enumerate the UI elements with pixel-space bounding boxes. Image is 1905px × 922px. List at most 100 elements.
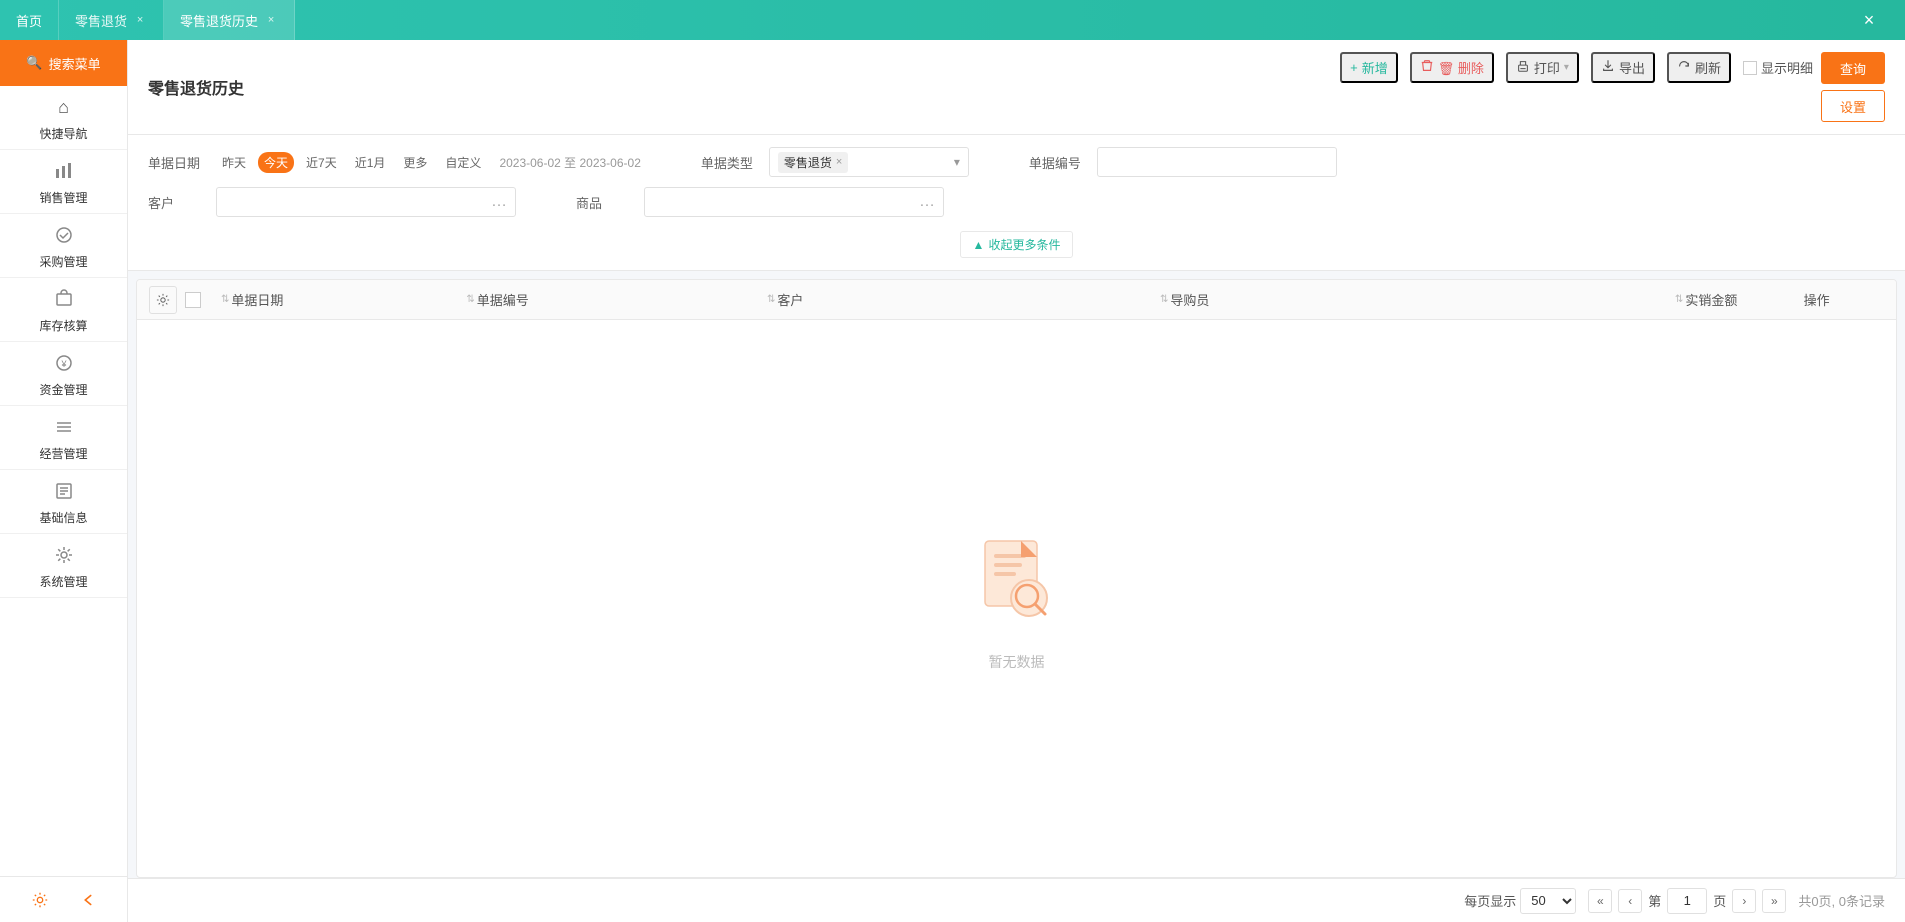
- goods-ellipsis-icon[interactable]: …: [919, 193, 935, 211]
- sidebar-settings-icon[interactable]: [26, 886, 54, 914]
- collapse-label: 收起更多条件: [988, 236, 1060, 253]
- export-button[interactable]: 导出: [1591, 52, 1655, 83]
- sidebar-item-inventory[interactable]: 库存核算: [0, 278, 127, 342]
- filter-row-1: 单据日期 昨天 今天 近7天 近1月 更多 自定义 2023-06-02 至 2…: [148, 147, 1885, 177]
- page-title: 零售退货历史: [148, 75, 244, 99]
- table-container: ⇅ 单据日期 ⇅ 单据编号 ⇅ 客户 ⇅ 导购员: [136, 279, 1897, 878]
- date-option-7days[interactable]: 近7天: [300, 152, 343, 173]
- date-option-custom[interactable]: 自定义: [439, 152, 487, 173]
- export-label: 导出: [1619, 58, 1645, 77]
- col-amount-sort-icon: ⇅: [1675, 294, 1683, 305]
- tab-list: 首页 零售退货 × 零售退货历史 ×: [0, 0, 1833, 40]
- prev-page-icon: ‹: [1628, 894, 1632, 908]
- content-area: 零售退货历史 + 新增 🗑 删除: [128, 40, 1905, 922]
- page-number-input[interactable]: [1667, 888, 1707, 914]
- top-bar-right: ×: [1833, 4, 1905, 36]
- col-customer-sort-icon: ⇅: [767, 294, 775, 305]
- export-icon: [1601, 59, 1615, 76]
- voucher-type-tag-label: 零售退货: [784, 154, 832, 171]
- sidebar-item-quick-nav[interactable]: ⌂ 快捷导航: [0, 86, 127, 150]
- show-detail-checkbox[interactable]: [1743, 61, 1757, 75]
- col-header-actions: 操作: [1749, 290, 1884, 309]
- purchase-icon: [50, 221, 78, 249]
- date-filter-group: 单据日期 昨天 今天 近7天 近1月 更多 自定义 2023-06-02 至 2…: [148, 152, 641, 173]
- col-voucher-sort-icon: ⇅: [466, 294, 474, 305]
- voucher-type-label: 单据类型: [701, 153, 761, 172]
- col-header-date: ⇅ 单据日期: [209, 290, 454, 309]
- sidebar-item-system[interactable]: 系统管理: [0, 534, 127, 598]
- sidebar-item-purchase-label: 采购管理: [39, 253, 87, 270]
- tab-retail-return-history-close[interactable]: ×: [264, 13, 278, 27]
- last-page-button[interactable]: »: [1762, 889, 1786, 913]
- tab-retail-return-label: 零售退货: [75, 11, 127, 30]
- sidebar-item-operations[interactable]: 经营管理: [0, 406, 127, 470]
- tab-home[interactable]: 首页: [0, 0, 59, 40]
- delete-label: 🗑 删除: [1438, 58, 1484, 77]
- page-size-dropdown[interactable]: 20 50 100 200: [1520, 888, 1576, 914]
- search-icon: 🔍: [26, 55, 42, 71]
- goods-input[interactable]: [653, 195, 919, 209]
- sidebar-item-quick-nav-label: 快捷导航: [39, 125, 87, 142]
- sidebar-item-basic-info[interactable]: 基础信息: [0, 470, 127, 534]
- total-info: 共0页, 0条记录: [1798, 891, 1885, 910]
- select-all-checkbox[interactable]: [185, 292, 201, 308]
- col-guide-label: 导购员: [1170, 290, 1209, 309]
- sidebar-search[interactable]: 🔍 搜索菜单: [0, 40, 127, 86]
- window-close-button[interactable]: ×: [1853, 4, 1885, 36]
- col-header-amount: ⇅ 实销金额: [1541, 290, 1749, 309]
- voucher-type-group: 单据类型 零售退货 × ▾: [701, 147, 969, 177]
- table-settings-button[interactable]: [149, 286, 177, 314]
- sidebar-item-finance[interactable]: ¥ 资金管理: [0, 342, 127, 406]
- page-size-label: 每页显示: [1464, 891, 1516, 910]
- date-option-1month[interactable]: 近1月: [349, 152, 392, 173]
- sales-icon: [50, 157, 78, 185]
- customer-input[interactable]: [225, 195, 491, 209]
- sidebar-item-operations-label: 经营管理: [39, 445, 87, 462]
- collapse-more-button[interactable]: ▲ 收起更多条件: [960, 231, 1074, 258]
- sidebar-item-sales[interactable]: 销售管理: [0, 150, 127, 214]
- new-button[interactable]: + 新增: [1340, 52, 1398, 83]
- tab-retail-return[interactable]: 零售退货 ×: [59, 0, 164, 40]
- voucher-type-tag-close[interactable]: ×: [836, 156, 842, 168]
- goods-label: 商品: [576, 193, 636, 212]
- print-button[interactable]: 打印 ▾: [1506, 52, 1579, 83]
- refresh-button[interactable]: 刷新: [1667, 52, 1731, 83]
- prev-page-button[interactable]: ‹: [1618, 889, 1642, 913]
- voucher-no-input[interactable]: [1106, 155, 1328, 169]
- tab-retail-return-history[interactable]: 零售退货历史 ×: [164, 0, 295, 40]
- customer-ellipsis-icon[interactable]: …: [491, 193, 507, 211]
- table-inner: ⇅ 单据日期 ⇅ 单据编号 ⇅ 客户 ⇅ 导购员: [137, 280, 1896, 877]
- date-option-today[interactable]: 今天: [258, 152, 294, 173]
- inventory-icon: [50, 285, 78, 313]
- refresh-label: 刷新: [1695, 58, 1721, 77]
- date-range-text: 2023-06-02 至 2023-06-02: [499, 154, 640, 171]
- query-button[interactable]: 查询: [1821, 52, 1885, 84]
- header-actions: + 新增 🗑 删除 打印 ▾: [1340, 52, 1813, 83]
- sidebar: 🔍 搜索菜单 ⌂ 快捷导航 销售管理 采购管理 库存核算: [0, 40, 128, 922]
- date-option-more[interactable]: 更多: [397, 152, 433, 173]
- sidebar-collapse-icon[interactable]: [74, 886, 102, 914]
- next-page-icon: ›: [1742, 894, 1746, 908]
- date-option-yesterday[interactable]: 昨天: [216, 152, 252, 173]
- col-header-customer: ⇅ 客户: [755, 290, 1148, 309]
- show-detail-container: 显示明细: [1743, 58, 1813, 77]
- last-page-icon: »: [1771, 894, 1778, 908]
- query-set-group: 查询 设置: [1821, 52, 1885, 122]
- tab-retail-return-close[interactable]: ×: [133, 13, 147, 27]
- sidebar-item-purchase[interactable]: 采购管理: [0, 214, 127, 278]
- voucher-no-group: 单据编号: [1029, 147, 1337, 177]
- new-label: 新增: [1362, 58, 1388, 77]
- sidebar-item-basic-info-label: 基础信息: [39, 509, 87, 526]
- operations-icon: [50, 413, 78, 441]
- customer-filter-group: 客户 …: [148, 187, 516, 217]
- first-page-icon: «: [1597, 894, 1604, 908]
- col-header-voucher-no: ⇅ 单据编号: [454, 290, 755, 309]
- first-page-button[interactable]: «: [1588, 889, 1612, 913]
- goods-input-wrapper: …: [644, 187, 944, 217]
- delete-button[interactable]: 🗑 删除: [1410, 52, 1494, 83]
- set-button[interactable]: 设置: [1821, 90, 1885, 122]
- voucher-no-label: 单据编号: [1029, 153, 1089, 172]
- next-page-button[interactable]: ›: [1732, 889, 1756, 913]
- go-page-label: 第: [1648, 891, 1661, 910]
- voucher-type-select[interactable]: 零售退货 × ▾: [769, 147, 969, 177]
